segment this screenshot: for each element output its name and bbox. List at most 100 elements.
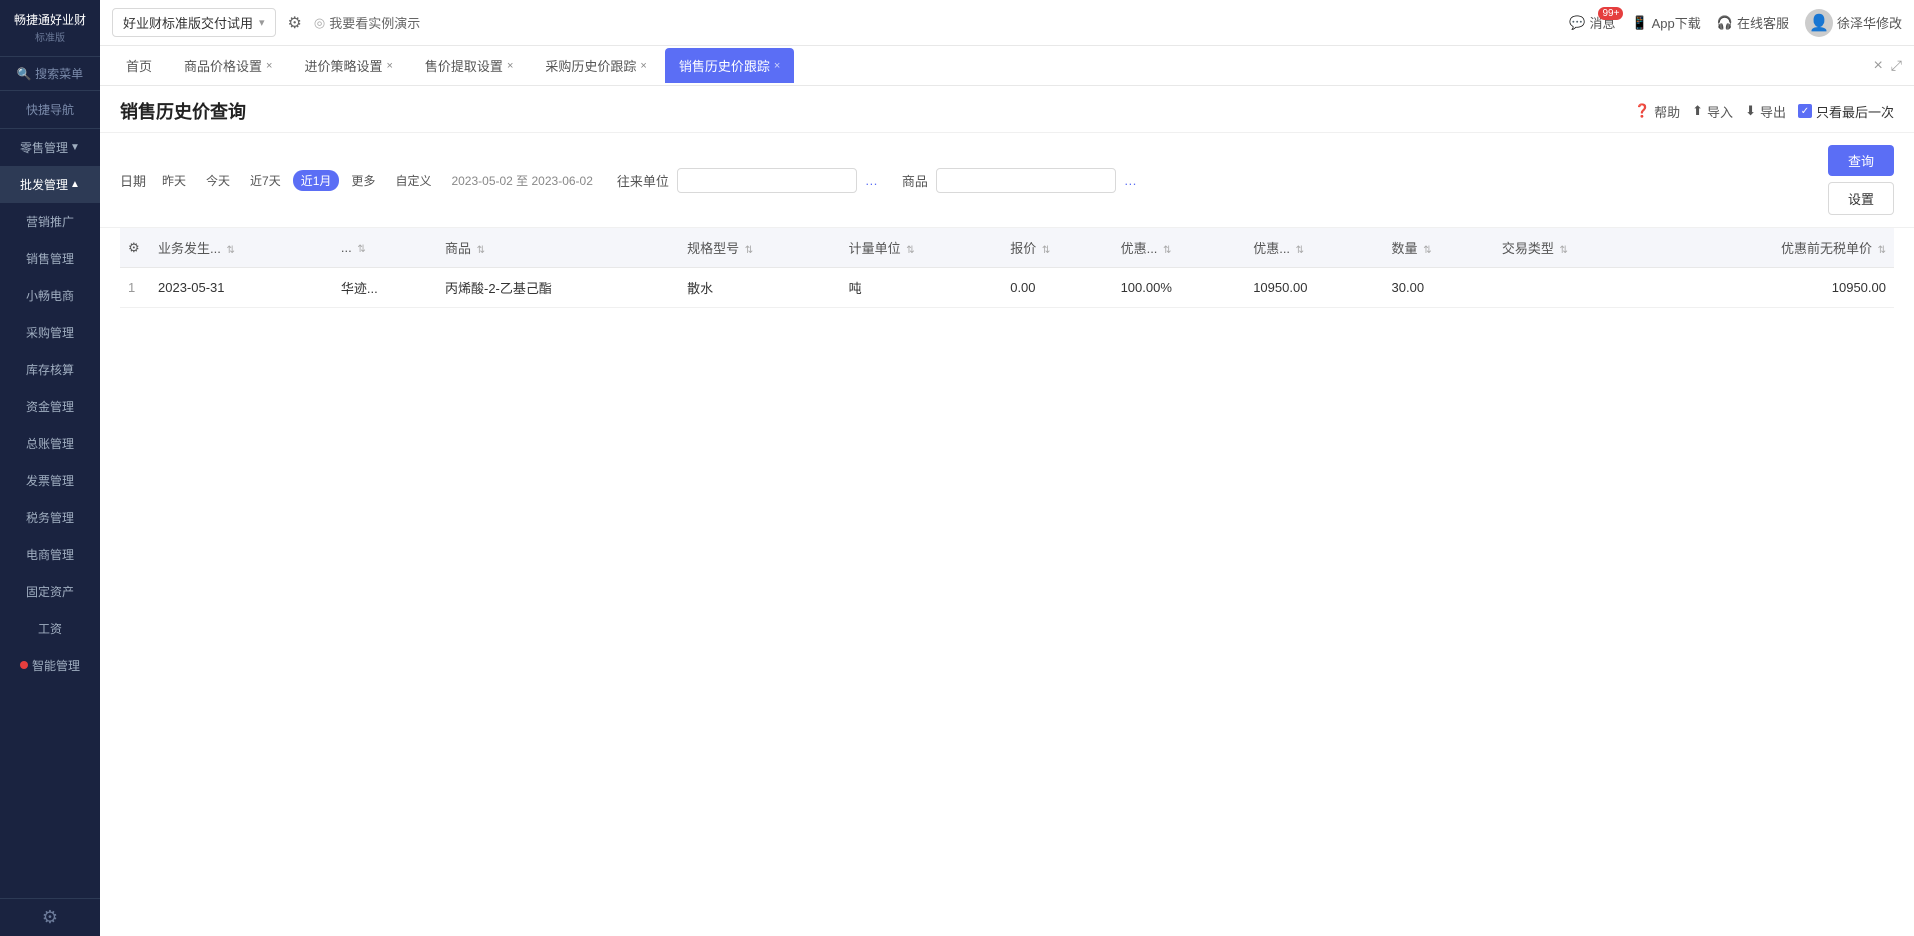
tab-sales-history[interactable]: 销售历史价跟踪 ×: [665, 48, 794, 83]
sidebar-item-invoice[interactable]: 发票管理: [0, 462, 100, 499]
topbar: 好业财标准版交付试用 ▾ ⚙ ◎ 我要看实例演示 💬 消息 99+ 📱 App下…: [100, 0, 1914, 46]
tab-sale-price[interactable]: 售价提取设置 ×: [411, 48, 527, 83]
sidebar-item-ecommerce[interactable]: 电商管理: [0, 536, 100, 573]
col-more[interactable]: ... ⇅: [333, 228, 437, 268]
sidebar-item-quick-nav[interactable]: 快捷导航: [0, 95, 100, 124]
tab-label: 采购历史价跟踪: [545, 56, 636, 75]
col-product[interactable]: 商品 ⇅: [437, 228, 679, 268]
col-quantity[interactable]: 数量 ⇅: [1384, 228, 1494, 268]
date-option-today[interactable]: 今天: [198, 170, 238, 191]
app-download-button[interactable]: 📱 App下载: [1631, 13, 1700, 32]
sidebar-item-ecommerce-small[interactable]: 小畅电商: [0, 277, 100, 314]
sidebar-item-smart[interactable]: 智能管理: [0, 647, 100, 684]
source-input[interactable]: [677, 168, 857, 193]
close-icon[interactable]: ×: [386, 60, 392, 72]
date-option-custom[interactable]: 自定义: [387, 170, 439, 191]
col-biz-date[interactable]: 业务发生... ⇅: [150, 228, 333, 268]
phone-icon: 📱: [1631, 15, 1647, 31]
col-settings[interactable]: ⚙: [120, 228, 150, 268]
sidebar-item-retail[interactable]: 零售管理 ▼: [0, 129, 100, 166]
sidebar-item-inventory[interactable]: 库存核算: [0, 351, 100, 388]
col-price[interactable]: 报价 ⇅: [1002, 228, 1112, 268]
col-discount2[interactable]: 优惠... ⇅: [1245, 228, 1383, 268]
tab-home[interactable]: 首页: [112, 48, 166, 83]
sidebar-item-marketing[interactable]: 营销推广: [0, 203, 100, 240]
product-filter-group: 商品 …: [902, 168, 1137, 193]
sidebar-item-tax[interactable]: 税务管理: [0, 499, 100, 536]
close-icon[interactable]: ×: [774, 60, 780, 72]
col-trade-type[interactable]: 交易类型 ⇅: [1494, 228, 1656, 268]
row-more: 华迹...: [333, 268, 437, 308]
product-more-button[interactable]: …: [1124, 173, 1137, 188]
sidebar-item-label: 资金管理: [26, 398, 74, 415]
product-input[interactable]: [936, 168, 1116, 193]
filter-action-buttons: 查询 设置: [1828, 145, 1894, 215]
sidebar-settings-button[interactable]: ⚙: [0, 898, 100, 936]
table-row: 1 2023-05-31 华迹... 丙烯酸-2-乙基己酯 散水 吨 0.00 …: [120, 268, 1894, 308]
main-area: 好业财标准版交付试用 ▾ ⚙ ◎ 我要看实例演示 💬 消息 99+ 📱 App下…: [100, 0, 1914, 936]
tab-purchase-history[interactable]: 采购历史价跟踪 ×: [531, 48, 660, 83]
user-button[interactable]: 👤 徐泽华修改: [1805, 9, 1902, 37]
sidebar-item-label: 固定资产: [26, 583, 74, 600]
col-tax-price[interactable]: 优惠前无税单价 ⇅: [1655, 228, 1894, 268]
headset-icon: 🎧: [1717, 15, 1733, 31]
date-option-last7[interactable]: 近7天: [242, 170, 289, 191]
sidebar-item-label: 智能管理: [32, 657, 80, 674]
query-button[interactable]: 查询: [1828, 145, 1894, 176]
col-spec[interactable]: 规格型号 ⇅: [679, 228, 841, 268]
sidebar-item-finance[interactable]: 资金管理: [0, 388, 100, 425]
sidebar-item-purchase[interactable]: 采购管理: [0, 314, 100, 351]
sort-icon: ⇅: [1163, 245, 1171, 256]
expand-panel-button[interactable]: ⤢: [1891, 57, 1902, 74]
table-area: ⚙ 业务发生... ⇅ ... ⇅ 商品 ⇅: [100, 228, 1914, 936]
col-discount1-label: 优惠...: [1121, 241, 1158, 256]
source-more-button[interactable]: …: [865, 173, 878, 188]
date-option-last1m[interactable]: 近1月: [293, 170, 340, 191]
topbar-settings-button[interactable]: ⚙: [288, 13, 302, 33]
row-product: 丙烯酸-2-乙基己酯: [437, 268, 679, 308]
topbar-edition-selector[interactable]: 好业财标准版交付试用 ▾: [112, 8, 276, 37]
col-biz-date-label: 业务发生...: [158, 241, 221, 256]
tab-home-label: 首页: [126, 56, 152, 75]
export-label: 导出: [1760, 102, 1786, 121]
sidebar-item-wholesale[interactable]: 批发管理 ▲: [0, 166, 100, 203]
tab-label: 商品价格设置: [184, 56, 262, 75]
sidebar-item-assets[interactable]: 固定资产: [0, 573, 100, 610]
sidebar-nav-item-quick[interactable]: 快捷导航: [0, 91, 100, 129]
date-option-yesterday[interactable]: 昨天: [154, 170, 194, 191]
help-button[interactable]: ❓ 帮助: [1634, 102, 1680, 121]
close-icon[interactable]: ×: [640, 60, 646, 72]
sidebar-item-label: 采购管理: [26, 324, 74, 341]
product-label: 商品: [902, 171, 928, 190]
source-filter-group: 往来单位 …: [617, 168, 878, 193]
app-label: App下载: [1652, 13, 1701, 32]
import-button[interactable]: ⬆ 导入: [1692, 102, 1733, 121]
sort-icon: ⇅: [745, 245, 753, 256]
topbar-demo-button[interactable]: ◎ 我要看实例演示: [314, 13, 420, 32]
tab-product-price[interactable]: 商品价格设置 ×: [170, 48, 286, 83]
sidebar-search[interactable]: 🔍 搜索菜单: [0, 57, 100, 91]
close-panel-button[interactable]: ×: [1873, 57, 1882, 75]
filter-settings-button[interactable]: 设置: [1828, 182, 1894, 215]
tab-purchase-strategy[interactable]: 进价策略设置 ×: [290, 48, 406, 83]
sidebar-logo: 畅捷通好业财 标准版: [0, 0, 100, 57]
date-option-more[interactable]: 更多: [343, 170, 383, 191]
only-last-checkbox[interactable]: ✓ 只看最后一次: [1798, 102, 1894, 121]
col-unit[interactable]: 计量单位 ⇅: [841, 228, 1003, 268]
row-trade-type: [1494, 268, 1656, 308]
close-icon[interactable]: ×: [507, 60, 513, 72]
close-icon[interactable]: ×: [266, 60, 272, 72]
sidebar-item-label: 电商管理: [26, 546, 74, 563]
sidebar-item-sales[interactable]: 销售管理: [0, 240, 100, 277]
col-discount1[interactable]: 优惠... ⇅: [1113, 228, 1246, 268]
sidebar-item-payroll[interactable]: 工资: [0, 610, 100, 647]
sidebar: 畅捷通好业财 标准版 🔍 搜索菜单 快捷导航 零售管理 ▼ 批发管理 ▲ 营销推…: [0, 0, 100, 936]
col-tax-price-label: 优惠前无税单价: [1781, 241, 1872, 256]
online-service-button[interactable]: 🎧 在线客服: [1717, 13, 1789, 32]
sidebar-item-label: 总账管理: [26, 435, 74, 452]
sort-icon: ⇅: [1423, 245, 1431, 256]
sidebar-item-label: 零售管理: [20, 139, 68, 156]
export-button[interactable]: ⬇ 导出: [1745, 102, 1786, 121]
messages-button[interactable]: 💬 消息 99+: [1569, 13, 1615, 32]
sidebar-item-ledger[interactable]: 总账管理: [0, 425, 100, 462]
